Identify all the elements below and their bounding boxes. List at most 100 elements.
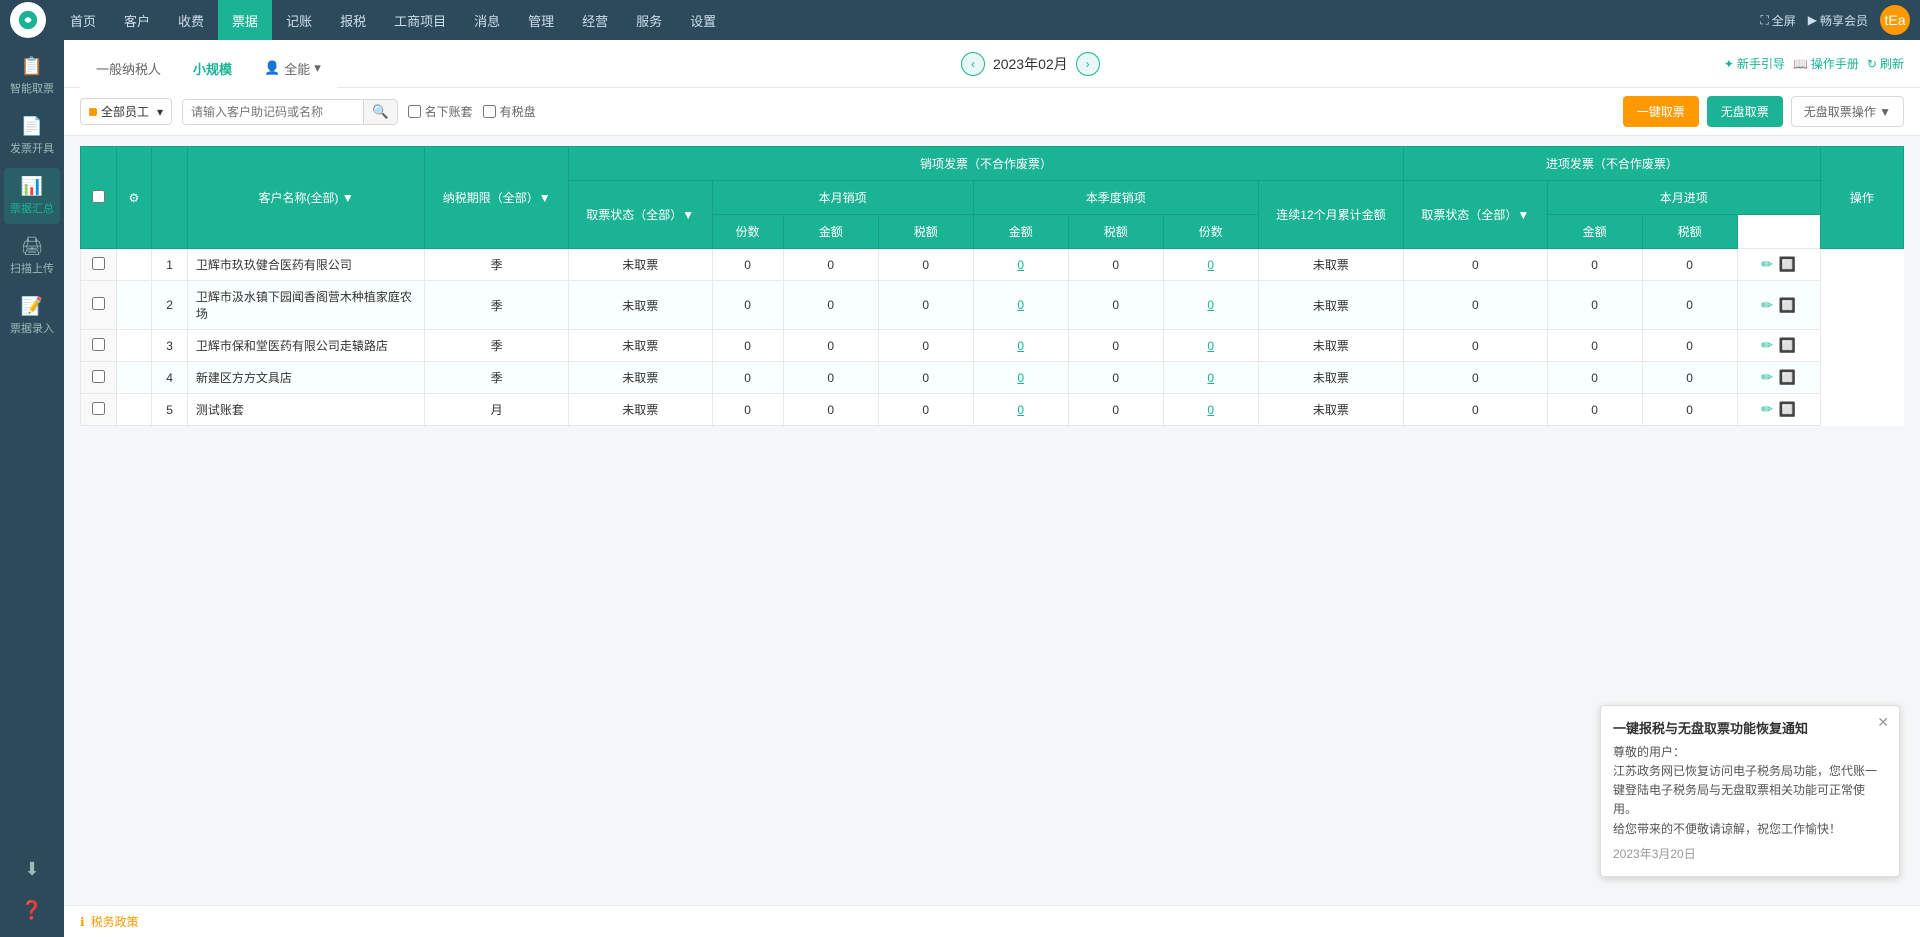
tab-general-taxpayer[interactable]: 一般纳税人 [80, 49, 177, 90]
sidebar-item-scan-upload[interactable]: 🖨 扫描上传 [4, 228, 60, 284]
row-tax-period-3: 季 [425, 362, 569, 394]
sidebar-item-download[interactable]: ⬇ [4, 851, 60, 888]
row-check-4[interactable] [81, 394, 117, 426]
refresh-btn[interactable]: ↻ 刷新 [1867, 55, 1904, 72]
prev-month-btn[interactable]: ‹ [961, 52, 985, 76]
subaccount-checkbox-label[interactable]: 名下账套 [408, 103, 473, 120]
detail-icon-2[interactable]: 🔲 [1779, 337, 1796, 354]
row-sale-12m-1: 0 [1163, 281, 1258, 330]
th-pur-m-count: 份数 [1163, 215, 1258, 249]
th-tax-period[interactable]: 纳税期限（全部）▼ [425, 147, 569, 249]
row-sale-m-amount-1: 0 [783, 281, 878, 330]
row-tax-period-1: 季 [425, 281, 569, 330]
th-sale-q-amount: 金额 [973, 215, 1068, 249]
manual-btn[interactable]: 📖 操作手册 [1793, 55, 1859, 72]
new-guide-btn[interactable]: ✦ 新手引导 [1724, 55, 1785, 72]
th-settings[interactable]: ⚙ [116, 147, 152, 249]
nav-service[interactable]: 服务 [622, 0, 676, 40]
detail-icon-0[interactable]: 🔲 [1779, 256, 1796, 273]
row-settings-0 [116, 249, 152, 281]
notification-body: 尊敬的用户： 江苏政务网已恢复访问电子税务局功能，您代账一键登陆电子税务局与无盘… [1613, 743, 1887, 864]
scan-upload-icon: 🖨 [21, 236, 44, 257]
detail-icon-4[interactable]: 🔲 [1779, 401, 1796, 418]
detail-icon-1[interactable]: 🔲 [1779, 297, 1796, 314]
th-sale-status[interactable]: 取票状态（全部）▼ [568, 181, 712, 249]
employee-select[interactable]: 全部员工 ▾ [80, 98, 172, 125]
nav-operation[interactable]: 经营 [568, 0, 622, 40]
subaccount-checkbox[interactable] [408, 105, 421, 118]
dropdown-icon: ▾ [157, 105, 163, 119]
edit-icon-2[interactable]: ✏ [1761, 337, 1773, 354]
row-action-3: ✏ 🔲 [1737, 362, 1820, 394]
row-sale-m-amount-2: 0 [783, 330, 878, 362]
row-pur-m-tax-0: 0 [1642, 249, 1737, 281]
sidebar-item-invoice-entry[interactable]: 📝 票据录入 [4, 288, 60, 344]
th-pur-status[interactable]: 取票状态（全部）▼ [1404, 181, 1548, 249]
row-tax-period-0: 季 [425, 249, 569, 281]
row-pur-status-2: 未取票 [1258, 330, 1403, 362]
select-all-checkbox[interactable] [92, 190, 105, 203]
row-check-2[interactable] [81, 330, 117, 362]
sidebar-item-invoice-summary[interactable]: 📊 票据汇总 [4, 168, 60, 224]
tab-small-scale[interactable]: 小规模 [177, 49, 248, 90]
next-month-btn[interactable]: › [1076, 52, 1100, 76]
app-logo[interactable] [10, 2, 46, 38]
detail-icon-3[interactable]: 🔲 [1779, 369, 1796, 386]
search-input[interactable] [183, 101, 363, 123]
nav-message[interactable]: 消息 [460, 0, 514, 40]
th-client[interactable]: 客户名称(全部) ▼ [187, 147, 425, 249]
tab-all-in-one[interactable]: 👤 全能 ▾ [248, 49, 337, 90]
tax-policy-link[interactable]: 税务政策 [91, 913, 139, 930]
nav-tax[interactable]: 报税 [326, 0, 380, 40]
row-pur-m-amount-3: 0 [1547, 362, 1642, 394]
has-tax-disk-label[interactable]: 有税盘 [483, 103, 536, 120]
edit-icon-3[interactable]: ✏ [1761, 369, 1773, 386]
row-pur-m-amount-4: 0 [1547, 394, 1642, 426]
row-check-0[interactable] [81, 249, 117, 281]
table-row: 1 卫辉市玖玖健合医药有限公司 季 未取票 0 0 0 0 0 0 未取票 0 … [81, 249, 1904, 281]
nav-fees[interactable]: 收费 [164, 0, 218, 40]
notification-title: 一键报税与无盘取票功能恢复通知 [1613, 718, 1887, 737]
nav-manage[interactable]: 管理 [514, 0, 568, 40]
vip-btn[interactable]: ▶ 畅享会员 [1808, 12, 1868, 29]
row-sale-m-amount-4: 0 [783, 394, 878, 426]
row-sale-q-tax-1: 0 [1068, 281, 1163, 330]
row-num-1: 2 [152, 281, 188, 330]
row-check-1[interactable] [81, 281, 117, 330]
tab-month-bar: 一般纳税人 小规模 👤 全能 ▾ ‹ 2023年02月 › ✦ 新手引导 [64, 40, 1920, 88]
one-click-ticket-btn[interactable]: 一键取票 [1623, 96, 1699, 127]
notification-close-btn[interactable]: ✕ [1877, 714, 1889, 731]
search-button[interactable]: 🔍 [363, 100, 397, 124]
edit-icon-0[interactable]: ✏ [1761, 256, 1773, 273]
edit-icon-1[interactable]: ✏ [1761, 297, 1773, 314]
fullscreen-icon: ⛶ [1760, 13, 1768, 28]
nav-bookkeeping[interactable]: 记账 [272, 0, 326, 40]
fullscreen-btn[interactable]: ⛶ 全屏 [1760, 12, 1795, 29]
table-row: 2 卫辉市汲水镇下园闻香阁营木种植家庭农场 季 未取票 0 0 0 0 0 0 … [81, 281, 1904, 330]
row-pur-status-1: 未取票 [1258, 281, 1403, 330]
sidebar-item-help[interactable]: ❓ [4, 892, 60, 929]
row-sale-m-tax-4: 0 [878, 394, 973, 426]
nav-client[interactable]: 客户 [110, 0, 164, 40]
row-sale-m-tax-3: 0 [878, 362, 973, 394]
row-pur-m-amount-2: 0 [1547, 330, 1642, 362]
row-sale-m-amount-0: 0 [783, 249, 878, 281]
row-check-3[interactable] [81, 362, 117, 394]
nav-business[interactable]: 工商项目 [380, 0, 460, 40]
row-pur-status-4: 未取票 [1258, 394, 1403, 426]
nav-invoice[interactable]: 票据 [218, 0, 272, 40]
row-client-1: 卫辉市汲水镇下园闻香阁营木种植家庭农场 [187, 281, 425, 330]
nav-home[interactable]: 首页 [56, 0, 110, 40]
edit-icon-4[interactable]: ✏ [1761, 401, 1773, 418]
sidebar-item-smart-ticket[interactable]: 📋 智能取票 [4, 48, 60, 104]
th-pur-m-tax: 税额 [1642, 215, 1737, 249]
no-disk-ticket-btn[interactable]: 无盘取票 [1707, 96, 1783, 127]
no-disk-ops-btn[interactable]: 无盘取票操作 ▼ [1791, 96, 1904, 127]
nav-settings[interactable]: 设置 [676, 0, 730, 40]
sidebar-item-invoice-open[interactable]: 📄 发票开具 [4, 108, 60, 164]
user-avatar[interactable]: tEa [1880, 5, 1910, 35]
month-nav-container: ‹ 2023年02月 › [961, 52, 1100, 76]
book-icon: 📖 [1793, 57, 1808, 71]
row-sale-q-amount-0: 0 [973, 249, 1068, 281]
has-tax-disk-checkbox[interactable] [483, 105, 496, 118]
